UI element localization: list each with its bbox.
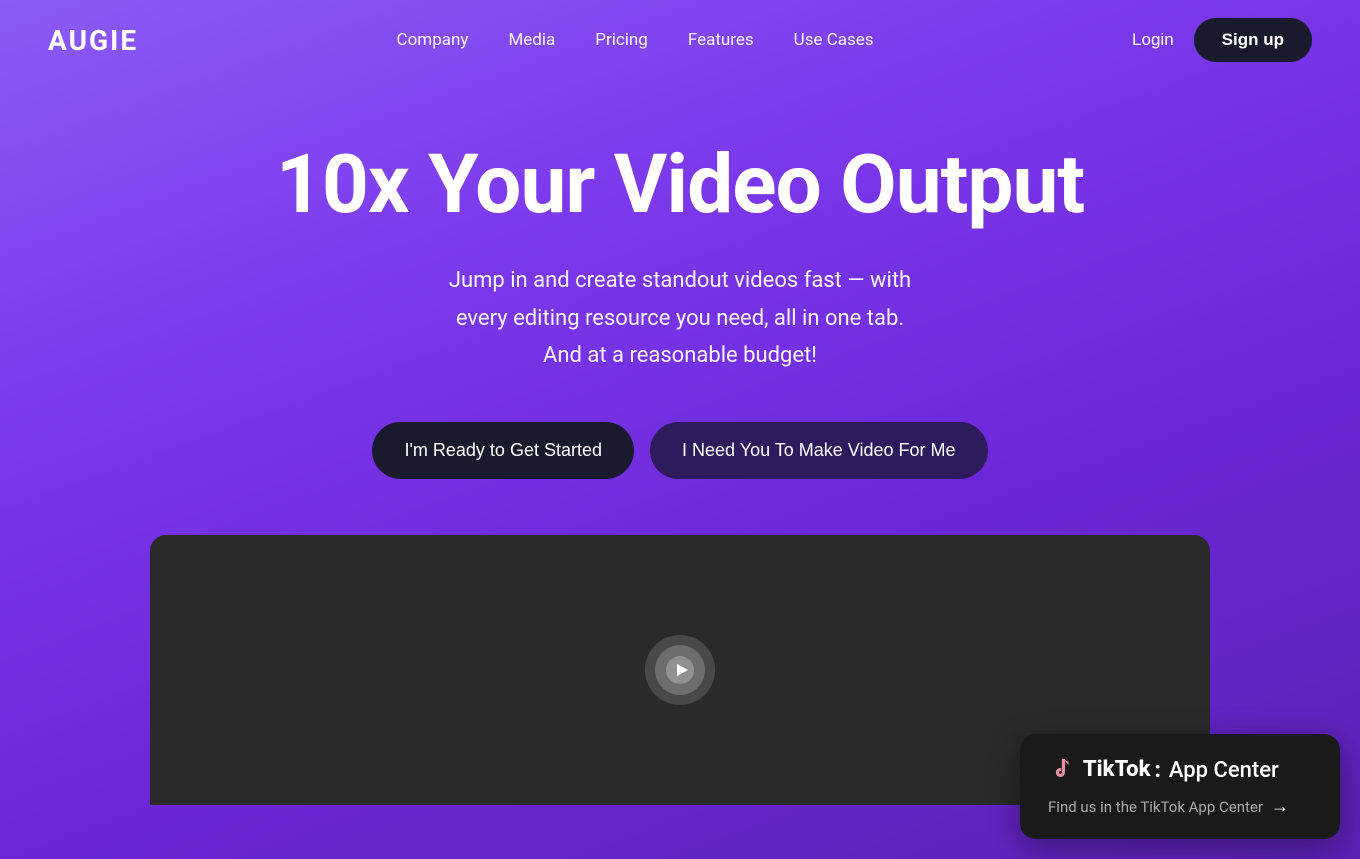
tiktok-separator: :: [1154, 758, 1160, 783]
hero-title: 10x Your Video Output: [276, 140, 1084, 230]
tiktok-app-center-label: App Center: [1169, 758, 1279, 783]
nav-pricing[interactable]: Pricing: [595, 30, 648, 50]
hero-subtitle-line3: And at a reasonable budget!: [543, 343, 817, 368]
signup-button[interactable]: Sign up: [1194, 18, 1312, 62]
play-icon: [666, 656, 694, 684]
nav-use-cases[interactable]: Use Cases: [794, 30, 874, 50]
hero-section: 10x Your Video Output Jump in and create…: [0, 80, 1360, 805]
login-button[interactable]: Login: [1132, 30, 1174, 50]
hero-subtitle-line1: Jump in and create standout videos fast …: [449, 268, 911, 293]
tiktok-icon: [1048, 756, 1076, 784]
tiktok-arrow-icon: →: [1271, 796, 1289, 817]
tiktok-brand-name: TikTok: [1048, 756, 1150, 784]
cta-secondary-button[interactable]: I Need You To Make Video For Me: [650, 422, 988, 479]
nav-company[interactable]: Company: [397, 30, 469, 50]
nav-actions: Login Sign up: [1132, 18, 1312, 62]
cta-primary-button[interactable]: I'm Ready to Get Started: [372, 422, 634, 479]
tiktok-popup-subtext[interactable]: Find us in the TikTok App Center →: [1048, 796, 1312, 817]
hero-subtitle-line2: every editing resource you need, all in …: [456, 306, 904, 331]
logo-text: AUGiE: [48, 24, 138, 57]
video-icon-inner: [655, 645, 705, 695]
video-content: [645, 635, 715, 705]
logo[interactable]: AUGiE: [48, 24, 138, 57]
video-icon-circle: [645, 635, 715, 705]
tiktok-popup[interactable]: TikTok : App Center Find us in the TikTo…: [1020, 734, 1340, 839]
nav-features[interactable]: Features: [688, 30, 754, 50]
tiktok-find-us-text: Find us in the TikTok App Center: [1048, 798, 1263, 816]
navbar: AUGiE Company Media Pricing Features Use…: [0, 0, 1360, 80]
hero-subtitle: Jump in and create standout videos fast …: [449, 262, 911, 374]
hero-buttons: I'm Ready to Get Started I Need You To M…: [372, 422, 987, 479]
nav-media[interactable]: Media: [508, 30, 555, 50]
tiktok-popup-header: TikTok : App Center: [1048, 756, 1312, 784]
nav-links: Company Media Pricing Features Use Cases: [397, 30, 874, 50]
